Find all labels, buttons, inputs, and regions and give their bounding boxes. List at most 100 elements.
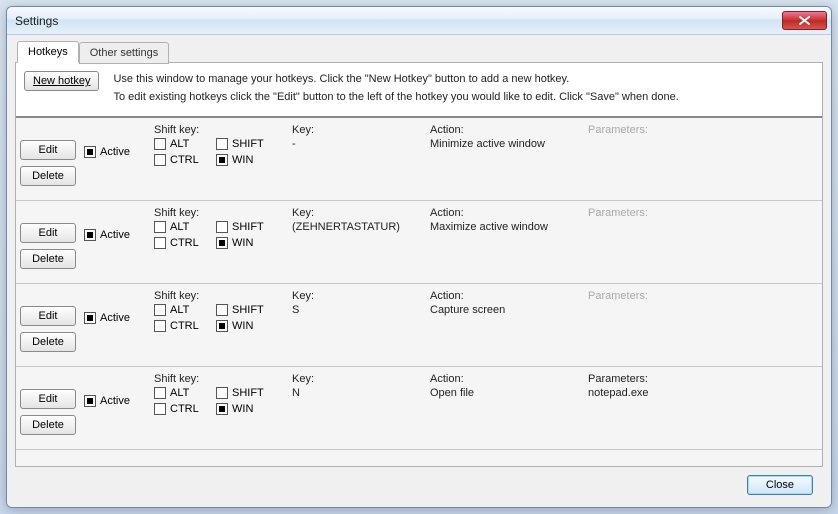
ctrl-checkbox[interactable]: CTRL bbox=[154, 403, 214, 415]
delete-button[interactable]: Delete bbox=[20, 415, 76, 435]
hotkey-row: Edit Delete Active Shift key: ALT SHIFT … bbox=[16, 201, 822, 284]
key-header: Key: bbox=[292, 373, 422, 385]
window-body: Hotkeys Other settings New hotkey Use th… bbox=[7, 35, 831, 507]
checkbox[interactable] bbox=[216, 304, 228, 316]
checkbox[interactable] bbox=[154, 387, 166, 399]
active-label: Active bbox=[100, 395, 130, 407]
checkbox[interactable] bbox=[216, 403, 228, 415]
alt-checkbox[interactable]: ALT bbox=[154, 138, 214, 150]
shift-checkbox[interactable]: SHIFT bbox=[216, 304, 276, 316]
win-checkbox[interactable]: WIN bbox=[216, 154, 276, 166]
settings-window: Settings Hotkeys Other settings New hotk… bbox=[6, 6, 832, 508]
edit-button[interactable]: Edit bbox=[20, 140, 76, 160]
action-value: Minimize active window bbox=[430, 138, 580, 150]
win-checkbox[interactable]: WIN bbox=[216, 403, 276, 415]
instructions-row: New hotkey Use this window to manage you… bbox=[16, 63, 822, 116]
checkbox[interactable] bbox=[84, 229, 96, 241]
ctrl-checkbox[interactable]: CTRL bbox=[154, 237, 214, 249]
shift-checkbox[interactable]: SHIFT bbox=[216, 221, 276, 233]
checkbox[interactable] bbox=[154, 320, 166, 332]
new-hotkey-button[interactable]: New hotkey bbox=[24, 71, 99, 91]
instructions-line-2: To edit existing hotkeys click the "Edit… bbox=[113, 89, 678, 107]
key-value: N bbox=[292, 387, 422, 399]
active-label: Active bbox=[100, 312, 130, 324]
alt-checkbox[interactable]: ALT bbox=[154, 387, 214, 399]
tab-panel-hotkeys: New hotkey Use this window to manage you… bbox=[15, 62, 823, 467]
key-value: (ZEHNERTASTATUR) bbox=[292, 221, 422, 233]
key-header: Key: bbox=[292, 290, 422, 302]
checkbox[interactable] bbox=[216, 320, 228, 332]
parameters-value: notepad.exe bbox=[588, 387, 818, 399]
hotkey-row: Edit Delete Active Shift key: ALT SHIFT … bbox=[16, 367, 822, 450]
new-hotkey-label: New hotkey bbox=[33, 75, 90, 87]
delete-button[interactable]: Delete bbox=[20, 332, 76, 352]
parameters-header: Parameters: bbox=[588, 373, 818, 385]
close-icon bbox=[799, 16, 810, 25]
active-checkbox-label[interactable]: Active bbox=[84, 395, 130, 407]
tab-other-settings[interactable]: Other settings bbox=[79, 42, 169, 64]
key-value: S bbox=[292, 304, 422, 316]
window-close-button[interactable] bbox=[782, 11, 827, 30]
checkbox[interactable] bbox=[216, 138, 228, 150]
titlebar: Settings bbox=[7, 7, 831, 35]
checkbox[interactable] bbox=[154, 138, 166, 150]
shift-key-header: Shift key: bbox=[154, 207, 284, 219]
instructions-text: Use this window to manage your hotkeys. … bbox=[113, 71, 678, 106]
checkbox[interactable] bbox=[154, 403, 166, 415]
action-value: Open file bbox=[430, 387, 580, 399]
parameters-header: Parameters: bbox=[588, 290, 818, 302]
key-value: - bbox=[292, 138, 422, 150]
footer: Close bbox=[15, 467, 823, 499]
parameters-header: Parameters: bbox=[588, 207, 818, 219]
win-checkbox[interactable]: WIN bbox=[216, 320, 276, 332]
shift-key-header: Shift key: bbox=[154, 373, 284, 385]
checkbox[interactable] bbox=[154, 237, 166, 249]
checkbox[interactable] bbox=[84, 146, 96, 158]
action-header: Action: bbox=[430, 207, 580, 219]
win-checkbox[interactable]: WIN bbox=[216, 237, 276, 249]
hotkey-row: Edit Delete Active Shift key: ALT SHIFT … bbox=[16, 118, 822, 201]
checkbox[interactable] bbox=[216, 237, 228, 249]
checkbox[interactable] bbox=[84, 395, 96, 407]
ctrl-checkbox[interactable]: CTRL bbox=[154, 154, 214, 166]
parameters-header: Parameters: bbox=[588, 124, 818, 136]
active-label: Active bbox=[100, 146, 130, 158]
checkbox[interactable] bbox=[84, 312, 96, 324]
checkbox[interactable] bbox=[154, 154, 166, 166]
active-checkbox-label[interactable]: Active bbox=[84, 312, 130, 324]
shift-key-header: Shift key: bbox=[154, 124, 284, 136]
alt-checkbox[interactable]: ALT bbox=[154, 221, 214, 233]
close-button[interactable]: Close bbox=[747, 475, 813, 495]
key-header: Key: bbox=[292, 124, 422, 136]
tab-hotkeys[interactable]: Hotkeys bbox=[17, 41, 79, 63]
tab-bar: Hotkeys Other settings bbox=[15, 41, 823, 63]
action-header: Action: bbox=[430, 290, 580, 302]
active-checkbox-label[interactable]: Active bbox=[84, 229, 130, 241]
delete-button[interactable]: Delete bbox=[20, 166, 76, 186]
edit-button[interactable]: Edit bbox=[20, 223, 76, 243]
checkbox[interactable] bbox=[154, 304, 166, 316]
active-checkbox-label[interactable]: Active bbox=[84, 146, 130, 158]
checkbox[interactable] bbox=[216, 154, 228, 166]
key-header: Key: bbox=[292, 207, 422, 219]
hotkey-list[interactable]: Edit Delete Active Shift key: ALT SHIFT … bbox=[16, 116, 822, 466]
edit-button[interactable]: Edit bbox=[20, 306, 76, 326]
checkbox[interactable] bbox=[216, 387, 228, 399]
hotkey-row: Edit Delete Active Shift key: ALT SHIFT … bbox=[16, 284, 822, 367]
shift-checkbox[interactable]: SHIFT bbox=[216, 138, 276, 150]
alt-checkbox[interactable]: ALT bbox=[154, 304, 214, 316]
active-label: Active bbox=[100, 229, 130, 241]
edit-button[interactable]: Edit bbox=[20, 389, 76, 409]
checkbox[interactable] bbox=[154, 221, 166, 233]
checkbox[interactable] bbox=[216, 221, 228, 233]
action-value: Maximize active window bbox=[430, 221, 580, 233]
action-header: Action: bbox=[430, 373, 580, 385]
window-title: Settings bbox=[15, 14, 58, 28]
shift-checkbox[interactable]: SHIFT bbox=[216, 387, 276, 399]
delete-button[interactable]: Delete bbox=[20, 249, 76, 269]
ctrl-checkbox[interactable]: CTRL bbox=[154, 320, 214, 332]
shift-key-header: Shift key: bbox=[154, 290, 284, 302]
action-header: Action: bbox=[430, 124, 580, 136]
action-value: Capture screen bbox=[430, 304, 580, 316]
instructions-line-1: Use this window to manage your hotkeys. … bbox=[113, 71, 678, 89]
